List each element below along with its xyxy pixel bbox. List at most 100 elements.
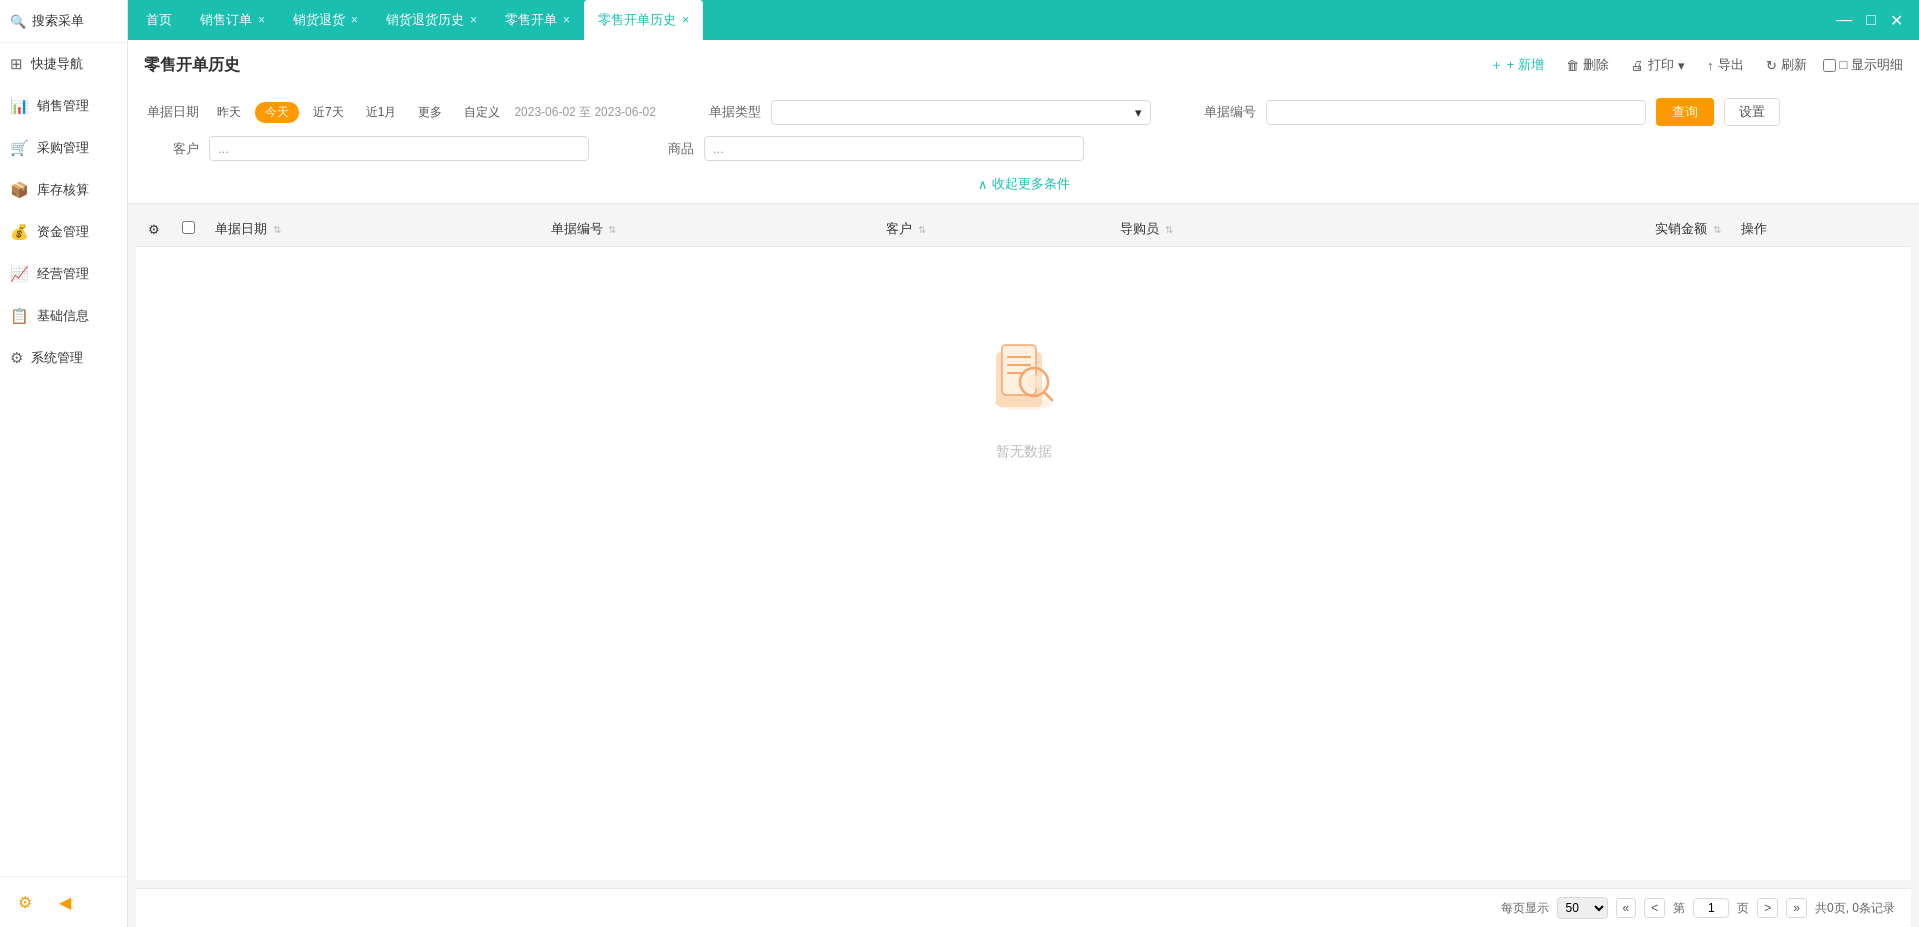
add-button[interactable]: ＋ + 新增	[1484, 52, 1550, 78]
page-input[interactable]	[1693, 898, 1729, 918]
sidebar-icon-operations: 📈	[10, 265, 29, 283]
pagination-bar: 每页显示 50 10 20 100 « < 第 页 > » 共0页, 0条记录	[136, 888, 1911, 927]
customer-placeholder: ...	[218, 141, 229, 156]
sidebar-label-quick-nav: 快捷导航	[31, 55, 83, 73]
sidebar-item-finance[interactable]: 💰 资金管理	[0, 211, 127, 253]
doc-num-input[interactable]	[1266, 100, 1646, 125]
tab-close-sales-order[interactable]: ×	[258, 14, 265, 26]
th-doc-date[interactable]: 单据日期 ⇅	[205, 212, 541, 247]
tab-label-home: 首页	[146, 11, 172, 29]
page-suffix: 页	[1737, 900, 1749, 917]
search-icon: 🔍	[10, 14, 26, 29]
sidebar-icon-finance: 💰	[10, 223, 29, 241]
tab-close-retail-open-history[interactable]: ×	[682, 14, 689, 26]
sidebar-item-sales-mgmt[interactable]: 📊 销售管理	[0, 85, 127, 127]
page-label: 第	[1673, 900, 1685, 917]
per-page-select[interactable]: 50 10 20 100	[1557, 897, 1608, 919]
sidebar-item-quick-nav[interactable]: ⊞ 快捷导航	[0, 43, 127, 85]
sidebar-item-operations[interactable]: 📈经营管理	[0, 253, 127, 295]
export-button[interactable]: ↑ 导出	[1701, 52, 1750, 78]
sidebar-item-inventory[interactable]: 📦 库存核算	[0, 169, 127, 211]
sidebar-label-purchase-mgmt: 采购管理	[37, 139, 89, 157]
sidebar-icon-sales-mgmt: 📊	[10, 97, 29, 115]
tab-sales-order[interactable]: 销售订单×	[186, 0, 279, 40]
sidebar: 🔍 搜索采单 ⊞ 快捷导航 📊 销售管理 🛒采购管理 📦 库存核算 💰 资金管理 📈经营管理📋基础…	[0, 0, 128, 927]
collapse-footer-btn[interactable]: ◀	[50, 887, 80, 917]
tab-label-retail-open: 零售开单	[505, 11, 557, 29]
query-button[interactable]: 查询	[1656, 98, 1714, 126]
th-customer[interactable]: 客户 ⇅	[876, 212, 1110, 247]
tab-retail-open[interactable]: 零售开单 ×	[491, 0, 584, 40]
settings-footer-btn[interactable]: ⚙	[10, 887, 40, 917]
sidebar-label-sales-mgmt: 销售管理	[37, 97, 89, 115]
date-opt-yesterday[interactable]: 昨天	[209, 102, 249, 123]
minimize-btn[interactable]: —	[1832, 11, 1856, 30]
th-salesperson[interactable]: 导购员 ⇅	[1110, 212, 1395, 247]
print-button[interactable]: 🖨 打印 ▾	[1625, 52, 1691, 78]
last-page-btn[interactable]: »	[1786, 898, 1807, 918]
th-settings[interactable]: ⚙	[136, 212, 172, 247]
collapse-btn[interactable]: ∧ 收起更多条件	[968, 171, 1080, 197]
date-opt-7days[interactable]: 近7天	[305, 102, 352, 123]
page-title: 零售开单历史	[144, 55, 240, 76]
tab-retail-open-history[interactable]: 零售开单历史×	[584, 0, 703, 40]
main-content: 首页销售订单×销货退货×销货退货历史×零售开单×零售开单历史× — □ ✕ 零售…	[128, 0, 1919, 927]
pagination-total: 共0页, 0条记录	[1815, 900, 1895, 917]
sidebar-label-sys-mgmt: 系统管理	[31, 349, 83, 367]
empty-icon	[974, 327, 1074, 427]
th-action: 操作	[1731, 212, 1911, 247]
maximize-btn[interactable]: □	[1862, 11, 1880, 30]
delete-button[interactable]: 🗑 删除	[1560, 52, 1615, 78]
table-header-row: ⚙ 单据日期 ⇅ 单据编号 ⇅ 客户 ⇅ 导购员 ⇅ 实销金额 ⇅ 操作	[136, 212, 1911, 247]
date-opt-custom[interactable]: 自定义	[456, 102, 508, 123]
date-opt-today[interactable]: 今天	[255, 102, 299, 123]
first-page-btn[interactable]: «	[1616, 898, 1637, 918]
sidebar-item-basic-info[interactable]: 📋基础信息	[0, 295, 127, 337]
doc-num-label: 单据编号	[1201, 103, 1256, 121]
filter-area: 单据日期 昨天 今天 近7天 近1月 更多 自定义 2023-06-02 至 2…	[144, 88, 1903, 197]
display-detail-toggle[interactable]: □ 显示明细	[1823, 56, 1903, 74]
sidebar-search[interactable]: 🔍 搜索采单	[0, 0, 127, 43]
date-opt-more[interactable]: 更多	[410, 102, 450, 123]
table-container: ⚙ 单据日期 ⇅ 单据编号 ⇅ 客户 ⇅ 导购员 ⇅ 实销金额 ⇅ 操作	[136, 212, 1911, 880]
filter-row-2: 客户 ... 商品 ...	[144, 136, 1903, 161]
select-all-checkbox[interactable]	[182, 221, 195, 234]
tab-close-retail-open[interactable]: ×	[563, 14, 570, 26]
close-btn[interactable]: ✕	[1886, 11, 1907, 30]
doc-type-dropdown-icon: ▾	[1135, 105, 1142, 120]
tab-bar: 首页销售订单×销货退货×销货退货历史×零售开单×零售开单历史× — □ ✕	[128, 0, 1919, 40]
tab-close-sales-return[interactable]: ×	[351, 14, 358, 26]
tab-home[interactable]: 首页	[132, 0, 186, 40]
export-icon: ↑	[1707, 58, 1714, 73]
prev-page-btn[interactable]: <	[1644, 898, 1665, 918]
sidebar-icon-inventory: 📦	[10, 181, 29, 199]
th-checkbox[interactable]	[172, 212, 205, 247]
sidebar-item-sys-mgmt[interactable]: ⚙ 系统管理	[0, 337, 127, 379]
sidebar-icon-quick-nav: ⊞	[10, 55, 23, 73]
tab-close-sales-return-history[interactable]: ×	[470, 14, 477, 26]
customer-select[interactable]: ...	[209, 136, 589, 161]
refresh-icon: ↻	[1766, 58, 1777, 73]
date-opt-1month[interactable]: 近1月	[358, 102, 405, 123]
date-filter-label: 单据日期	[144, 103, 199, 121]
goods-select[interactable]: ...	[704, 136, 1084, 161]
tab-sales-return[interactable]: 销货退货×	[279, 0, 372, 40]
sidebar-item-purchase-mgmt[interactable]: 🛒采购管理	[0, 127, 127, 169]
sidebar-label-finance: 资金管理	[37, 223, 89, 241]
refresh-button[interactable]: ↻ 刷新	[1760, 52, 1813, 78]
filter-row-1: 单据日期 昨天 今天 近7天 近1月 更多 自定义 2023-06-02 至 2…	[144, 98, 1903, 126]
tab-sales-return-history[interactable]: 销货退货历史×	[372, 0, 491, 40]
th-doc-num[interactable]: 单据编号 ⇅	[541, 212, 877, 247]
sidebar-menu: ⊞ 快捷导航 📊 销售管理 🛒采购管理 📦 库存核算 💰 资金管理 📈经营管理📋基础信息 ⚙ 系统管理	[0, 43, 127, 876]
sidebar-search-label: 搜索采单	[32, 12, 84, 30]
window-controls: — □ ✕	[1832, 11, 1915, 30]
per-page-label: 每页显示	[1501, 900, 1549, 917]
display-detail-checkbox[interactable]	[1823, 59, 1836, 72]
settings-button[interactable]: 设置	[1724, 98, 1780, 126]
doc-type-select[interactable]: ▾	[771, 100, 1151, 125]
sidebar-label-inventory: 库存核算	[37, 181, 89, 199]
th-actual-amount[interactable]: 实销金额 ⇅	[1395, 212, 1731, 247]
sidebar-icon-sys-mgmt: ⚙	[10, 349, 23, 367]
next-page-btn[interactable]: >	[1757, 898, 1778, 918]
data-table: ⚙ 单据日期 ⇅ 单据编号 ⇅ 客户 ⇅ 导购员 ⇅ 实销金额 ⇅ 操作	[136, 212, 1911, 247]
